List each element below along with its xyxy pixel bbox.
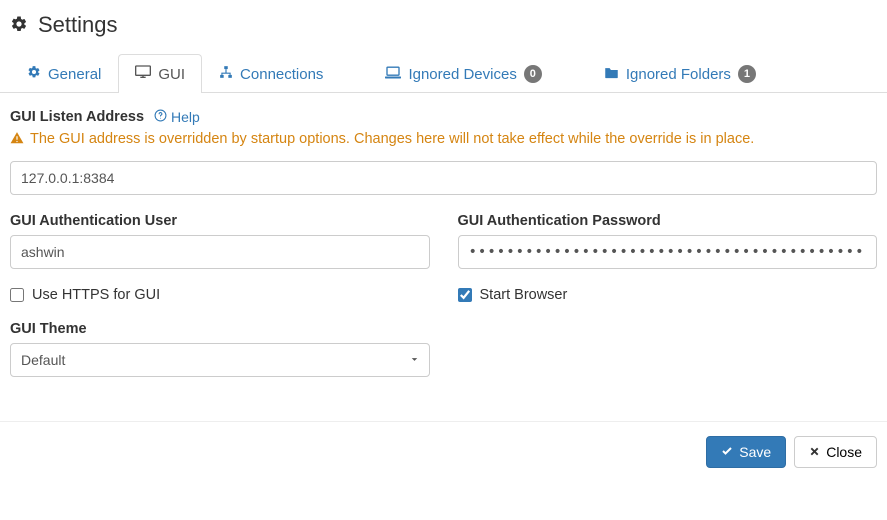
theme-select[interactable]: Default: [10, 343, 430, 377]
question-circle-icon: [154, 109, 167, 125]
auth-user-label: GUI Authentication User: [10, 213, 430, 229]
cog-icon: [27, 65, 41, 83]
tab-connections[interactable]: Connections: [202, 54, 340, 93]
folder-icon: [604, 66, 619, 83]
help-link[interactable]: Help: [154, 109, 200, 125]
start-browser-checkbox[interactable]: [458, 288, 472, 302]
tab-ignored-devices[interactable]: Ignored Devices 0: [368, 54, 558, 93]
https-checkbox-row[interactable]: Use HTTPS for GUI: [10, 287, 430, 303]
tab-general[interactable]: General: [10, 54, 118, 93]
badge: 1: [738, 65, 756, 83]
check-icon: [721, 444, 733, 460]
auth-pass-label: GUI Authentication Password: [458, 213, 878, 229]
warning-message: The GUI address is overridden by startup…: [10, 131, 877, 149]
tab-ignored-folders[interactable]: Ignored Folders 1: [587, 54, 773, 93]
theme-label: GUI Theme: [10, 321, 430, 337]
listen-address-input[interactable]: [10, 161, 877, 195]
https-label: Use HTTPS for GUI: [32, 287, 160, 303]
listen-address-label: GUI Listen Address: [10, 109, 144, 125]
page-title: Settings: [38, 12, 118, 38]
tab-label: Ignored Folders: [626, 66, 731, 83]
auth-pass-input[interactable]: [458, 235, 878, 269]
laptop-icon: [385, 66, 401, 83]
tabs: General GUI Connections Ignored Devices …: [0, 54, 887, 93]
page-header: Settings: [0, 0, 887, 54]
gear-icon: [10, 15, 28, 36]
save-button[interactable]: Save: [706, 436, 786, 468]
desktop-icon: [135, 65, 151, 83]
badge: 0: [524, 65, 542, 83]
tab-panel-gui: GUI Listen Address Help The GUI address …: [0, 93, 887, 401]
tab-label: Ignored Devices: [408, 66, 516, 83]
tab-gui[interactable]: GUI: [118, 54, 202, 93]
tab-label: General: [48, 66, 101, 83]
tab-label: GUI: [158, 66, 185, 83]
tab-label: Connections: [240, 66, 323, 83]
auth-user-input[interactable]: [10, 235, 430, 269]
warning-text: The GUI address is overridden by startup…: [30, 131, 754, 147]
start-browser-checkbox-row[interactable]: Start Browser: [458, 287, 878, 303]
close-button[interactable]: Close: [794, 436, 877, 468]
close-icon: [809, 444, 820, 460]
footer: Save Close: [0, 422, 887, 478]
start-browser-label: Start Browser: [480, 287, 568, 303]
help-label: Help: [171, 109, 200, 125]
https-checkbox[interactable]: [10, 288, 24, 302]
warning-triangle-icon: [10, 131, 24, 149]
save-label: Save: [739, 444, 771, 460]
sitemap-icon: [219, 65, 233, 83]
close-label: Close: [826, 444, 862, 460]
